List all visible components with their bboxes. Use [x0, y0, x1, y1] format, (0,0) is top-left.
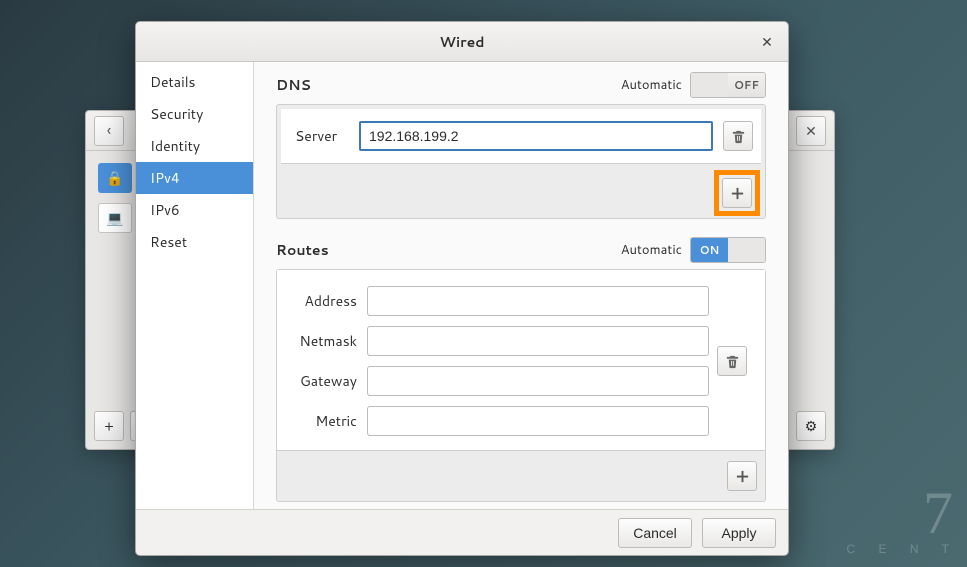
switch-off-text: OFF: [728, 73, 765, 97]
route-address-label: Address: [287, 291, 367, 311]
watermark-sub: C E N T: [847, 545, 959, 555]
cancel-button[interactable]: Cancel: [618, 518, 692, 548]
ipv4-content: DNS Automatic ON OFF Server: [254, 62, 788, 509]
wired-settings-dialog: Wired ✕ Details Security Identity IPv4 I…: [135, 21, 789, 556]
dns-automatic-switch[interactable]: ON OFF: [690, 72, 766, 98]
apply-button[interactable]: Apply: [702, 518, 776, 548]
route-netmask-label: Netmask: [287, 331, 367, 351]
settings-sidebar: Details Security Identity IPv4 IPv6 Rese…: [136, 62, 254, 509]
plus-icon: [735, 469, 750, 484]
dns-automatic-label: Automatic: [621, 76, 682, 94]
switch-on-text: ON: [691, 238, 728, 262]
trash-icon: [725, 354, 740, 369]
bg-close-button[interactable]: ✕: [796, 116, 826, 146]
close-button[interactable]: ✕: [754, 29, 780, 55]
sidebar-item-reset[interactable]: Reset: [136, 226, 253, 258]
dns-add-highlight: [714, 170, 760, 216]
dns-server-input[interactable]: [359, 121, 713, 151]
dns-server-label: Server: [295, 126, 359, 146]
sidebar-item-security[interactable]: Security: [136, 98, 253, 130]
dns-delete-button[interactable]: [723, 121, 753, 151]
back-button[interactable]: ‹: [94, 116, 124, 146]
switch-off-text: OFF: [728, 238, 765, 262]
route-add-button[interactable]: [727, 461, 757, 491]
dns-add-button[interactable]: [722, 178, 752, 208]
route-netmask-input[interactable]: [367, 326, 709, 356]
sidebar-item-ipv4[interactable]: IPv4: [136, 162, 253, 194]
dns-server-row: Server: [281, 109, 761, 164]
dns-server-highlight: Server: [281, 109, 761, 164]
dns-panel: Server: [276, 104, 766, 219]
bg-gear-button[interactable]: ⚙: [796, 411, 826, 441]
watermark-big: 7: [923, 480, 959, 546]
route-delete-button[interactable]: [717, 346, 747, 376]
desktop-watermark: 7 C E N T: [847, 489, 959, 555]
sidebar-item-details[interactable]: Details: [136, 66, 253, 98]
route-gateway-input[interactable]: [367, 366, 709, 396]
bg-tile[interactable]: 💻: [98, 203, 132, 233]
routes-heading: Routes: [276, 240, 329, 260]
route-entry: Address Netmask Gateway Metric: [277, 270, 765, 451]
switch-on-text: ON: [691, 73, 728, 97]
dialog-footer: Cancel Apply: [136, 509, 788, 555]
route-gateway-label: Gateway: [287, 371, 367, 391]
trash-icon: [731, 129, 746, 144]
dns-heading: DNS: [276, 75, 311, 95]
route-address-input[interactable]: [367, 286, 709, 316]
route-metric-input[interactable]: [367, 406, 709, 436]
route-metric-label: Metric: [287, 411, 367, 431]
routes-automatic-switch[interactable]: ON OFF: [690, 237, 766, 263]
routes-panel: Address Netmask Gateway Metric: [276, 269, 766, 502]
sidebar-item-identity[interactable]: Identity: [136, 130, 253, 162]
route-add-row: [277, 451, 765, 501]
dialog-title: Wired: [440, 32, 485, 52]
bg-tile-active[interactable]: 🔒: [98, 163, 132, 193]
dialog-titlebar: Wired ✕: [136, 22, 788, 62]
routes-section-header: Routes Automatic ON OFF: [276, 237, 766, 263]
dns-add-row: [277, 168, 765, 218]
sidebar-item-ipv6[interactable]: IPv6: [136, 194, 253, 226]
routes-automatic-label: Automatic: [621, 241, 682, 259]
plus-icon: [730, 186, 745, 201]
bg-add-button[interactable]: +: [94, 411, 124, 441]
dns-section-header: DNS Automatic ON OFF: [276, 72, 766, 98]
